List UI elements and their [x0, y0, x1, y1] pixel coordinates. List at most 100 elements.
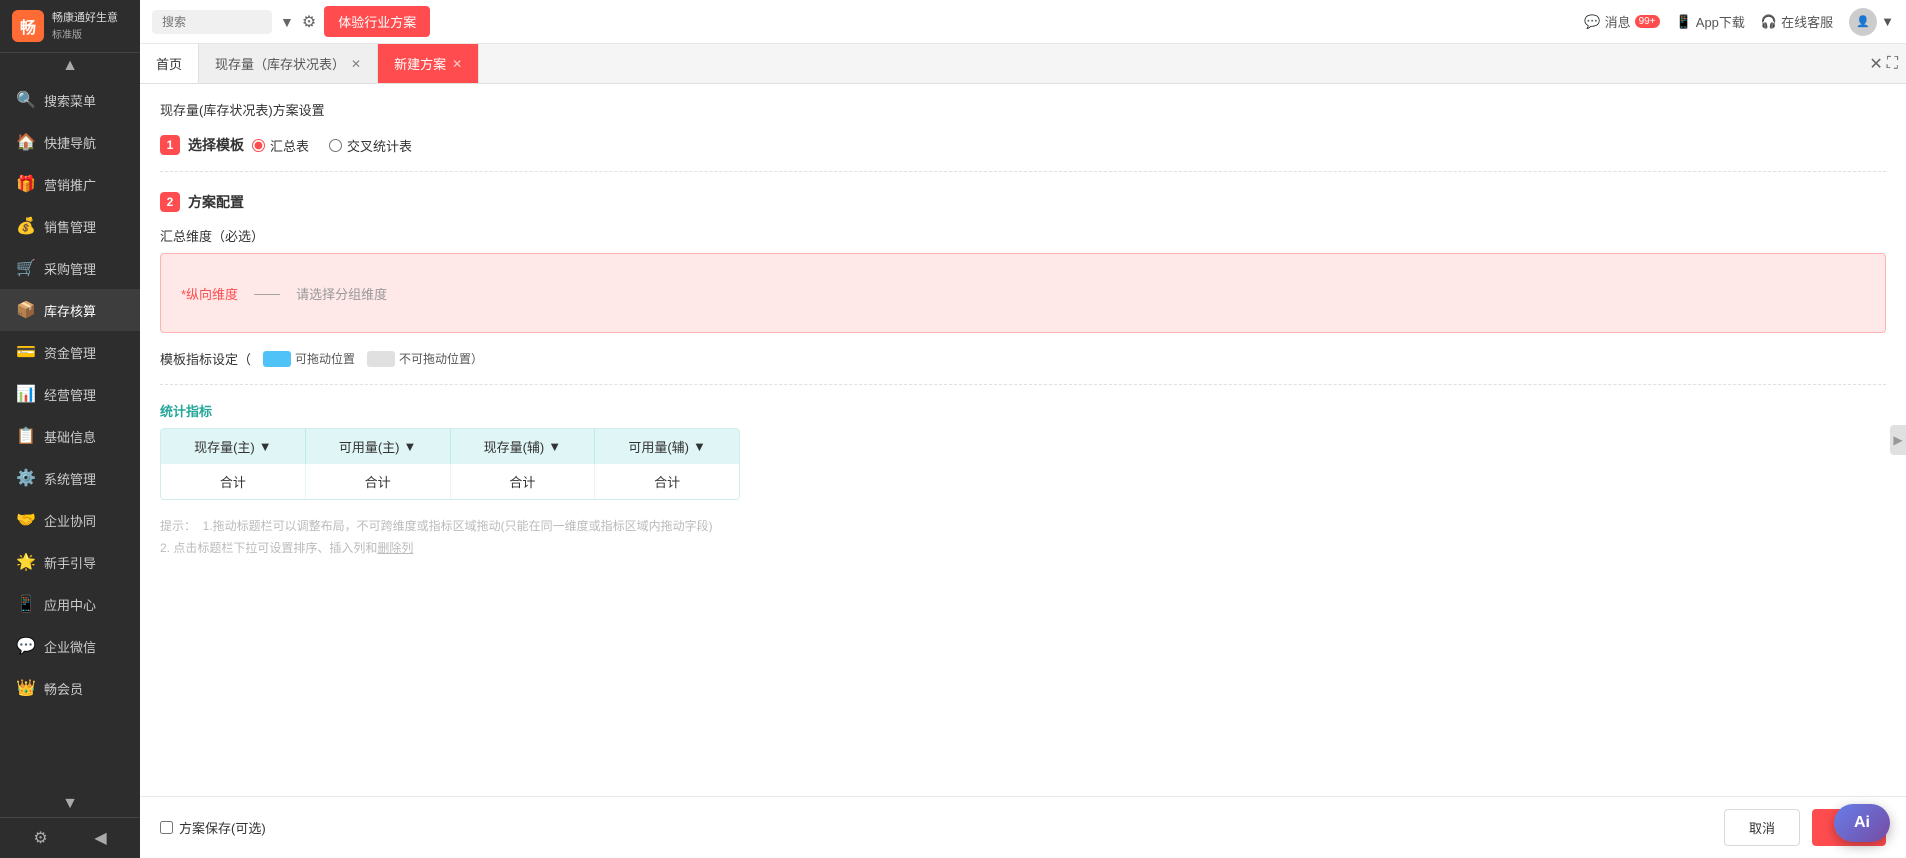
sidebar: 畅 畅康通好生意 标准版 ▲ 🔍 搜索菜单 🏠 快捷导航 🎁 营销推广 💰 销售…: [0, 0, 140, 858]
sidebar-item-wechat-label: 企业微信: [44, 637, 96, 656]
purchase-icon: 🛒: [16, 258, 36, 278]
collapse-btn[interactable]: ◀: [94, 828, 106, 848]
content-area: 现存量(库存状况表)方案设置 1 选择模板 汇总表 交叉统计表: [140, 84, 1906, 796]
ai-button[interactable]: Ai: [1834, 804, 1890, 842]
system-icon: ⚙️: [16, 468, 36, 488]
tips-section: 提示： 1.拖动标题栏可以调整布局，不可跨维度或指标区域拖动(只能在同一维度或指…: [160, 516, 1886, 559]
tab-inventory-status-close[interactable]: ✕: [351, 57, 361, 71]
stats-table-row-1: 合计 合计 合计 合计: [161, 464, 739, 499]
sidebar-item-enterprise[interactable]: 🤝 企业协同: [0, 499, 140, 541]
stats-col-4-header[interactable]: 可用量(辅) ▼: [595, 429, 739, 464]
sidebar-item-purchase[interactable]: 🛒 采购管理: [0, 247, 140, 289]
topbar-gear-btn[interactable]: ⚙: [302, 12, 316, 32]
sidebar-item-marketing-label: 营销推广: [44, 175, 96, 194]
radio-summary-input[interactable]: [252, 139, 265, 152]
quick-nav-icon: 🏠: [16, 132, 36, 152]
enterprise-icon: 🤝: [16, 510, 36, 530]
sidebar-bottom: ⚙ ◀: [0, 817, 140, 858]
sidebar-scroll-down-btn[interactable]: ▼: [0, 791, 140, 817]
step1-header: 1 选择模板 汇总表 交叉统计表: [160, 135, 1886, 155]
tab-new-scheme-close[interactable]: ✕: [452, 57, 462, 71]
cancel-button[interactable]: 取消: [1724, 809, 1800, 846]
save-checkbox[interactable]: [160, 821, 173, 834]
step1-divider: [160, 171, 1886, 172]
online-service-label: 在线客服: [1781, 12, 1833, 31]
topbar-dropdown-btn[interactable]: ▼: [280, 14, 294, 30]
save-checkbox-label[interactable]: 方案保存(可选): [160, 818, 266, 837]
step2-title: 方案配置: [188, 192, 244, 212]
stats-col-1-header[interactable]: 现存量(主) ▼: [161, 429, 306, 464]
sales-icon: 💰: [16, 216, 36, 236]
indicators-row: 模板指标设定（ 可拖动位置 不可拖动位置）: [160, 349, 1886, 368]
online-service-btn[interactable]: 🎧 在线客服: [1761, 12, 1833, 31]
tab-inventory-status[interactable]: 现存量（库存状况表） ✕: [199, 44, 378, 83]
message-icon: 💬: [1584, 14, 1600, 30]
sidebar-nav: 🔍 搜索菜单 🏠 快捷导航 🎁 营销推广 💰 销售管理 🛒 采购管理 📦 库存核…: [0, 79, 140, 791]
basic-info-icon: 📋: [16, 426, 36, 446]
messages-btn[interactable]: 💬 消息 99+: [1584, 12, 1659, 31]
stats-col-2-label: 可用量(主): [339, 437, 400, 456]
tabs-window-btns: ✕ ⛶: [1869, 54, 1906, 74]
fixed-icon: [367, 351, 395, 367]
online-service-icon: 🎧: [1761, 14, 1777, 30]
topbar-right: 💬 消息 99+ 📱 App下载 🎧 在线客服 👤 ▼: [1584, 8, 1894, 36]
topbar-search-input[interactable]: [152, 10, 272, 34]
trial-btn[interactable]: 体验行业方案: [324, 6, 430, 37]
tabs-bar: 首页 现存量（库存状况表） ✕ 新建方案 ✕ ✕ ⛶: [140, 44, 1906, 84]
sidebar-item-member[interactable]: 👑 畅会员: [0, 667, 140, 709]
tab-new-scheme[interactable]: 新建方案 ✕: [378, 44, 479, 83]
tab-home[interactable]: 首页: [140, 44, 199, 83]
radio-cross-input[interactable]: [329, 139, 342, 152]
stats-cell-1-3: 合计: [451, 464, 596, 499]
topbar: ▼ ⚙ 体验行业方案 💬 消息 99+ 📱 App下载 🎧 在线客服 👤: [140, 0, 1906, 44]
messages-badge: 99+: [1635, 15, 1660, 28]
radio-summary[interactable]: 汇总表: [252, 136, 309, 155]
dimension-required-text: *纵向维度: [181, 284, 238, 303]
radio-summary-label: 汇总表: [270, 136, 309, 155]
sidebar-item-sales[interactable]: 💰 销售管理: [0, 205, 140, 247]
window-expand-btn[interactable]: ⛶: [1887, 54, 1898, 74]
sidebar-item-inventory[interactable]: 📦 库存核算: [0, 289, 140, 331]
stats-cell-1-2: 合计: [306, 464, 451, 499]
sidebar-item-search-menu-label: 搜索菜单: [44, 91, 96, 110]
right-panel-toggle[interactable]: ▶: [1890, 425, 1906, 455]
dimension-section-label: 汇总维度（必选）: [160, 226, 1886, 245]
sidebar-item-newbie[interactable]: 🌟 新手引导: [0, 541, 140, 583]
sidebar-item-quick-nav-label: 快捷导航: [44, 133, 96, 152]
sidebar-item-basic-info[interactable]: 📋 基础信息: [0, 415, 140, 457]
sidebar-item-app-center[interactable]: 📱 应用中心: [0, 583, 140, 625]
dimension-arrow: ——: [254, 286, 280, 301]
avatar: 👤: [1849, 8, 1877, 36]
sidebar-item-marketing[interactable]: 🎁 营销推广: [0, 163, 140, 205]
app-center-icon: 📱: [16, 594, 36, 614]
stats-cell-1-4: 合计: [595, 464, 739, 499]
sidebar-scroll-up-btn[interactable]: ▲: [0, 53, 140, 79]
window-close-btn[interactable]: ✕: [1869, 54, 1882, 74]
movable-label: 可拖动位置: [295, 350, 355, 367]
sidebar-item-quick-nav[interactable]: 🏠 快捷导航: [0, 121, 140, 163]
messages-label: 消息: [1605, 12, 1631, 31]
sidebar-item-purchase-label: 采购管理: [44, 259, 96, 278]
sidebar-item-operations[interactable]: 📊 经营管理: [0, 373, 140, 415]
tip-link[interactable]: 删除列: [377, 541, 413, 555]
radio-cross[interactable]: 交叉统计表: [329, 136, 412, 155]
avatar-area[interactable]: 👤 ▼: [1849, 8, 1894, 36]
stats-col-2-header[interactable]: 可用量(主) ▼: [306, 429, 451, 464]
stats-col-3-header[interactable]: 现存量(辅) ▼: [451, 429, 596, 464]
sidebar-item-wechat[interactable]: 💬 企业微信: [0, 625, 140, 667]
stats-col-1-chevron: ▼: [259, 439, 272, 454]
tab-new-scheme-label: 新建方案: [394, 54, 446, 73]
settings-btn[interactable]: ⚙: [33, 828, 47, 848]
app-download-btn[interactable]: 📱 App下载: [1676, 12, 1745, 31]
sidebar-item-inventory-label: 库存核算: [44, 301, 96, 320]
sidebar-item-search-menu[interactable]: 🔍 搜索菜单: [0, 79, 140, 121]
movable-indicator: 可拖动位置: [263, 350, 355, 367]
sidebar-item-enterprise-label: 企业协同: [44, 511, 96, 530]
stats-col-3-chevron: ▼: [548, 439, 561, 454]
movable-icon: [263, 351, 291, 367]
inventory-icon: 📦: [16, 300, 36, 320]
sidebar-item-finance[interactable]: 💳 资金管理: [0, 331, 140, 373]
radio-group-template: 汇总表 交叉统计表: [252, 136, 412, 155]
sidebar-item-system[interactable]: ⚙️ 系统管理: [0, 457, 140, 499]
fixed-indicator: 不可拖动位置）: [367, 350, 483, 367]
